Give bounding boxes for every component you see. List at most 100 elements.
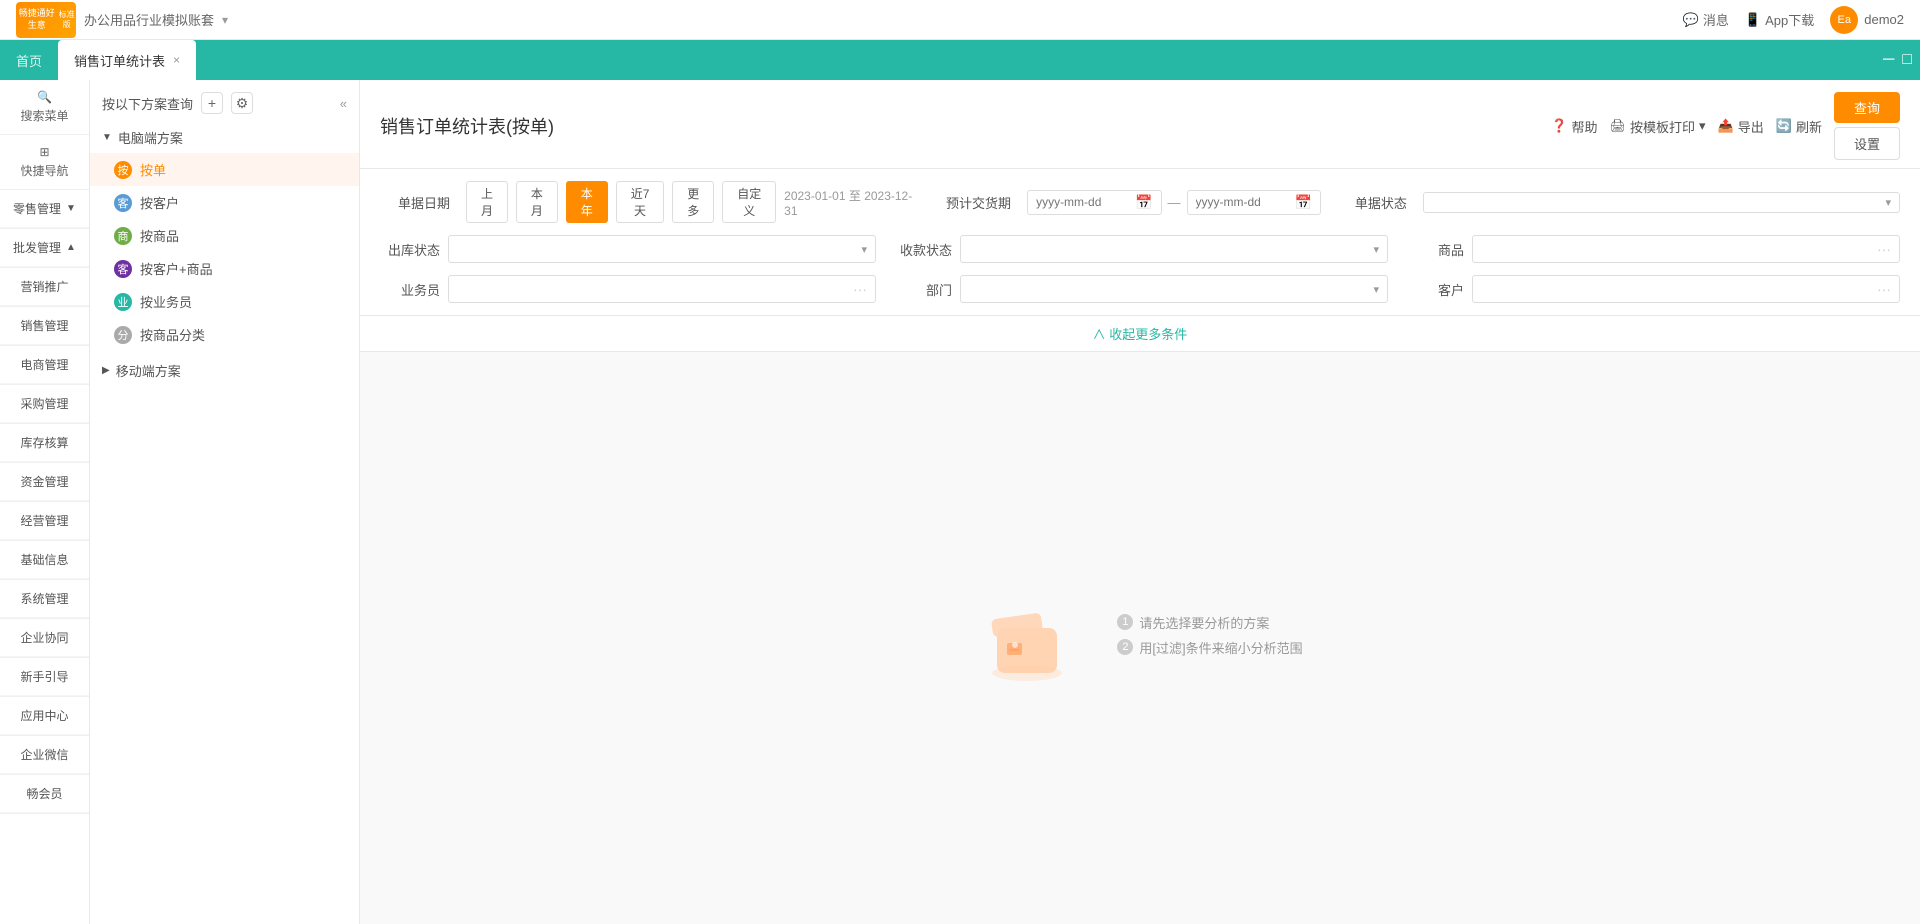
tab-bar: 首页 销售订单统计表 × ─ □ [0, 40, 1920, 80]
top-bar-right: 💬 消息 📱 App下载 Ea demo2 [1683, 6, 1904, 34]
sidebar-finance[interactable]: 资金管理 [0, 463, 89, 501]
date-filter-control: 上月 本月 本年 近7天 更多 自定义 2023-01-01 至 2023-12… [466, 181, 925, 223]
scheme-item-1[interactable]: 客 按客户 [90, 186, 359, 219]
add-scheme-btn[interactable]: + [201, 92, 223, 114]
collapse-bar[interactable]: ∧ 收起更多条件 [360, 316, 1920, 352]
query-btn[interactable]: 查询 [1834, 92, 1900, 123]
title-dropdown-icon[interactable]: ▾ [222, 13, 228, 27]
customer-select[interactable]: ··· [1472, 275, 1900, 303]
print-btn[interactable]: 🖨 按模板打印 ▾ [1610, 117, 1706, 136]
sidebar-ecommerce[interactable]: 电商管理 [0, 346, 89, 384]
this-month-btn[interactable]: 本月 [516, 181, 558, 223]
salesman-select[interactable]: ··· [448, 275, 876, 303]
pc-group-chevron: ▼ [102, 132, 112, 143]
pay-status-select[interactable]: ▾ [960, 235, 1388, 263]
filter-area: 单据日期 上月 本月 本年 近7天 更多 自定义 2023-01-01 至 20… [360, 169, 1920, 316]
sidebar-appcenter[interactable]: 应用中心 [0, 697, 89, 735]
right-panel: 销售订单统计表(按单) ❓ 帮助 🖨 按模板打印 ▾ [360, 80, 1920, 924]
sidebar-member[interactable]: 畅会员 [0, 775, 89, 813]
page-title-bar: 销售订单统计表(按单) ❓ 帮助 🖨 按模板打印 ▾ [360, 80, 1920, 169]
last7days-btn[interactable]: 近7天 [616, 181, 665, 223]
scheme-label-1: 按客户 [140, 193, 179, 212]
tab-sales-order[interactable]: 销售订单统计表 × [58, 40, 196, 80]
help-label: 帮助 [1572, 117, 1598, 136]
sidebar-search[interactable]: 🔍 搜索菜单 [0, 80, 89, 134]
more-btn[interactable]: 更多 [672, 181, 714, 223]
dept-select[interactable]: ▾ [960, 275, 1388, 303]
sidebar-section-finance: 资金管理 [0, 463, 89, 502]
sidebar-section-wholesale: 批发管理 ▲ [0, 229, 89, 268]
empty-illustration [977, 588, 1077, 688]
custom-btn[interactable]: 自定义 [722, 181, 776, 223]
corpwechat-label: 企业微信 [20, 746, 68, 763]
status-select[interactable]: ▾ [1423, 192, 1900, 213]
last-month-btn[interactable]: 上月 [466, 181, 508, 223]
out-status-select[interactable]: ▾ [448, 235, 876, 263]
sidebar-purchase[interactable]: 采购管理 [0, 385, 89, 423]
salesman-field: 业务员 ··· [380, 275, 876, 303]
settings-btn[interactable]: 设置 [1834, 127, 1900, 160]
nav-icon: ⊞ [39, 145, 49, 159]
basic-label: 基础信息 [20, 551, 68, 568]
sidebar-quick-nav[interactable]: ⊞ 快捷导航 [0, 135, 89, 189]
expected-start-input[interactable] [1036, 195, 1131, 209]
system-label: 系统管理 [20, 590, 68, 607]
app-download-btn[interactable]: 📱 App下载 [1745, 10, 1814, 29]
tab-close-icon[interactable]: × [173, 53, 180, 67]
refresh-btn[interactable]: 🔄 刷新 [1776, 117, 1822, 136]
sidebar-section-newbie: 新手引导 [0, 658, 89, 697]
export-icon: 📤 [1718, 118, 1734, 134]
sidebar-retail[interactable]: 零售管理 ▼ [0, 190, 89, 228]
window-maximize-icon[interactable]: □ [1902, 51, 1912, 69]
sidebar-section-nav: ⊞ 快捷导航 [0, 135, 89, 190]
sidebar-section-ecommerce: 电商管理 [0, 346, 89, 385]
sidebar-corp[interactable]: 企业协同 [0, 619, 89, 657]
user-name: demo2 [1864, 12, 1904, 27]
sidebar-business[interactable]: 经营管理 [0, 502, 89, 540]
scheme-icon-5: 分 [114, 326, 132, 344]
scheme-item-5[interactable]: 分 按商品分类 [90, 318, 359, 351]
expected-end-input[interactable] [1196, 195, 1291, 209]
mobile-group-title[interactable]: ▶ 移动端方案 [90, 355, 359, 386]
expected-end-date[interactable]: 📅 [1187, 190, 1321, 215]
sidebar-system[interactable]: 系统管理 [0, 580, 89, 618]
product-more-icon: ··· [1877, 241, 1891, 257]
dept-label: 部门 [892, 280, 952, 299]
scheme-item-0[interactable]: 按 按单 [90, 153, 359, 186]
expected-start-date[interactable]: 📅 [1027, 190, 1161, 215]
sidebar-marketing[interactable]: 营销推广 [0, 268, 89, 306]
sidebar-basic[interactable]: 基础信息 [0, 541, 89, 579]
page-content: 按以下方案查询 + ⚙ « ▼ 电脑端方案 按 [90, 80, 1920, 924]
sidebar-section-corpwechat: 企业微信 [0, 736, 89, 775]
help-btn[interactable]: ❓ 帮助 [1551, 117, 1597, 136]
hint1-num: 1 [1117, 614, 1133, 630]
export-btn[interactable]: 📤 导出 [1718, 117, 1764, 136]
sidebar-corpwechat[interactable]: 企业微信 [0, 736, 89, 774]
message-label: 消息 [1703, 10, 1729, 29]
empty-hint-1: 1 请先选择要分析的方案 [1117, 613, 1302, 632]
pc-group-title[interactable]: ▼ 电脑端方案 [90, 122, 359, 153]
scheme-icon-0: 按 [114, 161, 132, 179]
product-select[interactable]: ··· [1472, 235, 1900, 263]
tab-home[interactable]: 首页 [0, 40, 58, 80]
scheme-label-0: 按单 [140, 160, 166, 179]
corp-label: 企业协同 [20, 629, 68, 646]
scheme-item-3[interactable]: 客 按客户+商品 [90, 252, 359, 285]
window-minimize-icon[interactable]: ─ [1883, 51, 1894, 69]
sidebar-newbie[interactable]: 新手引导 [0, 658, 89, 696]
this-year-btn[interactable]: 本年 [566, 181, 608, 223]
user-area[interactable]: Ea demo2 [1830, 6, 1904, 34]
sidebar-wholesale[interactable]: 批发管理 ▲ [0, 229, 89, 267]
filter-section: 出库状态 ▾ 收款状态 ▾ [380, 235, 1900, 303]
scheme-item-4[interactable]: 业 按业务员 [90, 285, 359, 318]
print-icon: 🖨 [1610, 118, 1627, 134]
sidebar-inventory[interactable]: 库存核算 [0, 424, 89, 462]
top-bar-left: 畅捷通好生意 标准版 办公用品行业模拟账套 ▾ [16, 2, 228, 38]
message-btn[interactable]: 💬 消息 [1683, 10, 1729, 29]
scheme-item-2[interactable]: 商 按商品 [90, 219, 359, 252]
sidebar-sales[interactable]: 销售管理 [0, 307, 89, 345]
collapse-panel-btn[interactable]: « [340, 96, 347, 111]
print-dropdown-icon: ▾ [1699, 118, 1706, 134]
scheme-label-5: 按商品分类 [140, 325, 205, 344]
settings-scheme-btn[interactable]: ⚙ [231, 92, 253, 114]
